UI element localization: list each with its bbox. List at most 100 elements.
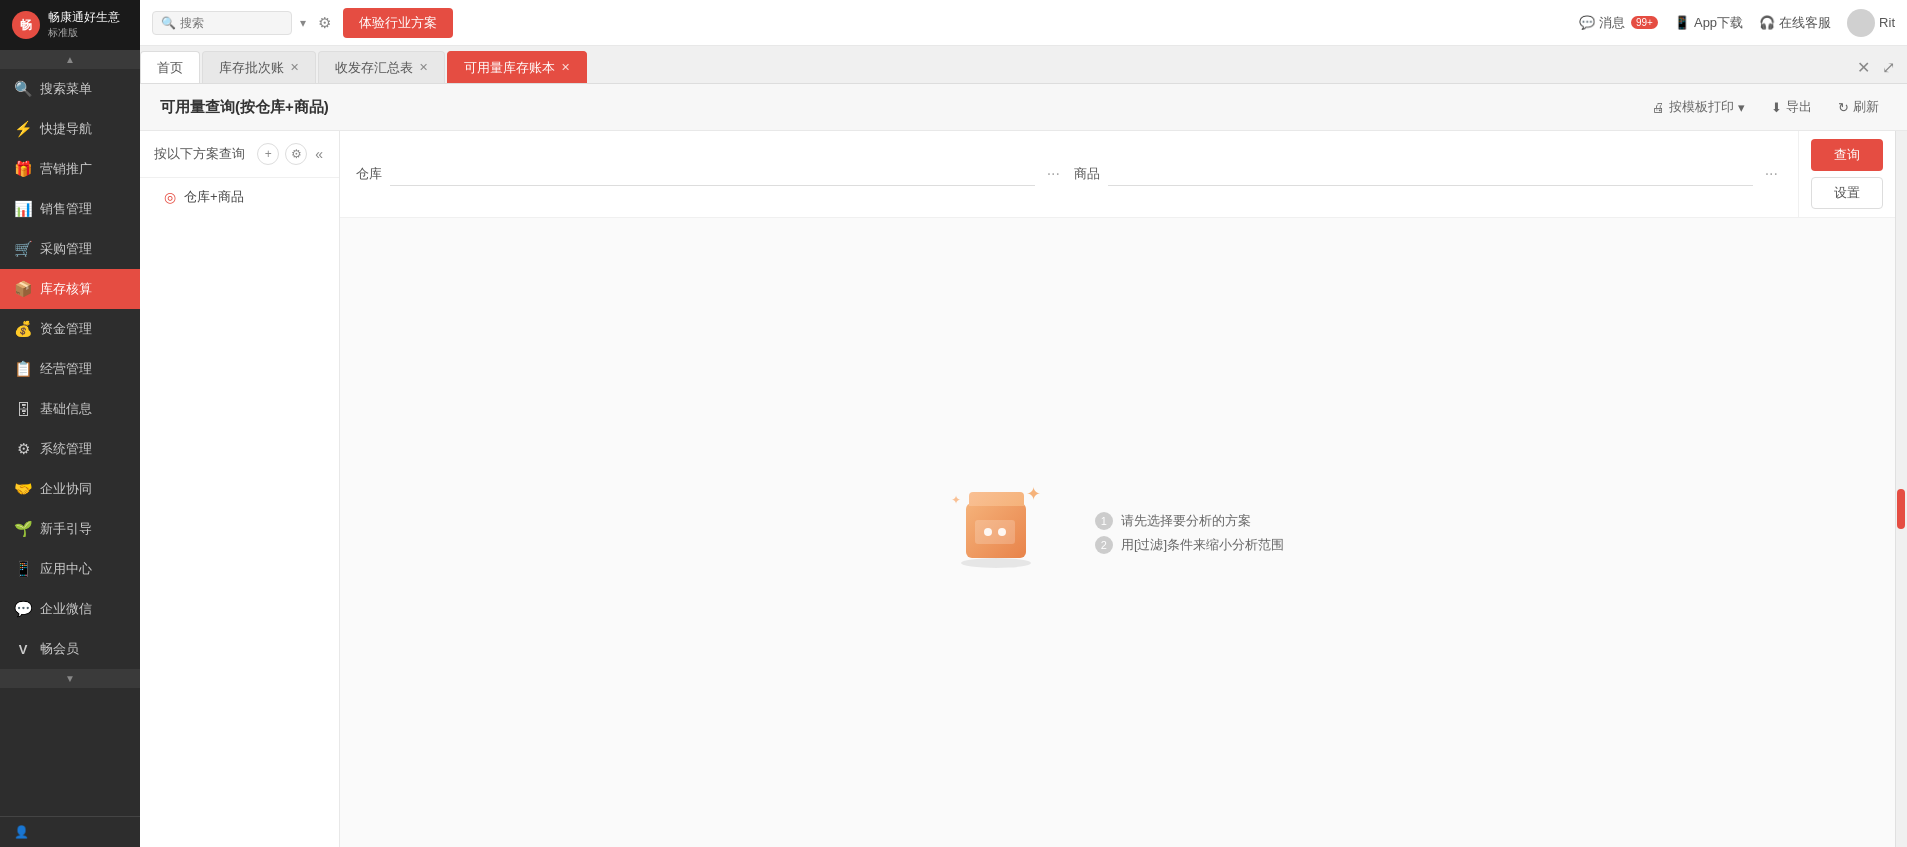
sidebar-item-basic[interactable]: 🗄 基础信息 <box>0 389 140 429</box>
hint-number-1: 1 <box>1095 512 1113 530</box>
sidebar-item-label: 销售管理 <box>40 200 92 218</box>
sidebar-item-search[interactable]: 🔍 搜索菜单 <box>0 69 140 109</box>
filter-item-warehouse-goods[interactable]: ◎ 仓库+商品 <box>140 178 339 216</box>
export-button[interactable]: ⬇ 导出 <box>1763 94 1820 120</box>
tab-expand-button[interactable]: ⤢ <box>1878 56 1899 79</box>
app-download-button[interactable]: 📱 App下载 <box>1674 14 1743 32</box>
sidebar-item-label: 采购管理 <box>40 240 92 258</box>
sidebar-footer: 👤 <box>0 816 140 847</box>
sidebar-item-purchase[interactable]: 🛒 采购管理 <box>0 229 140 269</box>
filters-right: 查询 设置 <box>1798 131 1895 217</box>
topbar-gear-icon[interactable]: ⚙ <box>314 10 335 36</box>
goods-input[interactable] <box>1108 162 1753 186</box>
tabs-bar: 首页 库存批次账 ✕ 收发存汇总表 ✕ 可用量库存账本 ✕ ✕ ⤢ <box>140 46 1907 84</box>
tab-available-ledger-label: 可用量库存账本 <box>464 59 555 77</box>
export-label: 导出 <box>1786 98 1812 116</box>
newbie-icon: 🌱 <box>14 520 32 538</box>
tab-available-ledger[interactable]: 可用量库存账本 ✕ <box>447 51 587 83</box>
page-header-actions: 🖨 按模板打印 ▾ ⬇ 导出 ↻ 刷新 <box>1644 94 1887 120</box>
sidebar-subtitle: 标准版 <box>48 26 120 40</box>
sidebar-title: 畅康通好生意 <box>48 10 120 26</box>
warehouse-more-icon[interactable]: ··· <box>1043 165 1064 183</box>
tab-home-label: 首页 <box>157 59 183 77</box>
sidebar-item-label: 经营管理 <box>40 360 92 378</box>
add-scheme-button[interactable]: + <box>257 143 279 165</box>
print-button[interactable]: 🖨 按模板打印 ▾ <box>1644 94 1753 120</box>
settings-button[interactable]: 设置 <box>1811 177 1883 209</box>
sidebar-footer-icon: 👤 <box>14 825 29 839</box>
sidebar-item-label: 库存核算 <box>40 280 92 298</box>
sidebar-item-member[interactable]: V 畅会员 <box>0 629 140 669</box>
filter-item-label: 仓库+商品 <box>184 188 244 206</box>
message-button[interactable]: 💬 消息 99+ <box>1579 14 1658 32</box>
warehouse-field: 仓库 ··· <box>356 162 1064 186</box>
enterprise-icon: 🤝 <box>14 480 32 498</box>
search-icon: 🔍 <box>14 80 32 98</box>
tab-receipt-summary-close[interactable]: ✕ <box>419 61 428 74</box>
sidebar-scroll-down[interactable]: ▼ <box>0 669 140 688</box>
wechat-icon: 💬 <box>14 600 32 618</box>
query-button[interactable]: 查询 <box>1811 139 1883 171</box>
sidebar-item-label: 快捷导航 <box>40 120 92 138</box>
sidebar-item-shortcut[interactable]: ⚡ 快捷导航 <box>0 109 140 149</box>
warehouse-input[interactable] <box>390 162 1035 186</box>
sidebar-item-marketing[interactable]: 🎁 营销推广 <box>0 149 140 189</box>
empty-state-container: ✦ ✦ 1 请先选择要分析的方案 2 用[过滤]条件来缩小分析范围 <box>340 218 1895 847</box>
sidebar-item-operations[interactable]: 📋 经营管理 <box>0 349 140 389</box>
filter-panel-icons: + ⚙ « <box>257 143 325 165</box>
settings-scheme-button[interactable]: ⚙ <box>285 143 307 165</box>
sidebar-item-label: 企业微信 <box>40 600 92 618</box>
member-icon: V <box>14 642 32 657</box>
sidebar-item-sales[interactable]: 📊 销售管理 <box>0 189 140 229</box>
purchase-icon: 🛒 <box>14 240 32 258</box>
sidebar-item-enterprise[interactable]: 🤝 企业协同 <box>0 469 140 509</box>
right-scrollbar[interactable] <box>1895 131 1907 847</box>
topbar-search[interactable]: 🔍 <box>152 11 292 35</box>
scrollbar-thumb[interactable] <box>1897 489 1905 529</box>
message-badge: 99+ <box>1631 16 1658 29</box>
filters-left: 仓库 ··· 商品 ··· <box>340 131 1798 217</box>
sidebar-item-newbie[interactable]: 🌱 新手引导 <box>0 509 140 549</box>
sidebar-item-label: 企业协同 <box>40 480 92 498</box>
tab-batch-ledger-close[interactable]: ✕ <box>290 61 299 74</box>
sidebar-item-label: 基础信息 <box>40 400 92 418</box>
apps-icon: 📱 <box>14 560 32 578</box>
sidebar-item-label: 资金管理 <box>40 320 92 338</box>
tab-receipt-summary[interactable]: 收发存汇总表 ✕ <box>318 51 445 83</box>
system-icon: ⚙ <box>14 440 32 458</box>
tabs-actions: ✕ ⤢ <box>1853 56 1907 83</box>
user-menu[interactable]: Rit <box>1847 9 1895 37</box>
print-label: 按模板打印 <box>1669 98 1734 116</box>
sidebar-item-system[interactable]: ⚙ 系统管理 <box>0 429 140 469</box>
sidebar-scroll-up[interactable]: ▲ <box>0 50 140 69</box>
topbar-chevron-icon[interactable]: ▾ <box>300 16 306 30</box>
sidebar-item-wechat[interactable]: 💬 企业微信 <box>0 589 140 629</box>
collapse-panel-button[interactable]: « <box>313 144 325 164</box>
goods-more-icon[interactable]: ··· <box>1761 165 1782 183</box>
solution-button[interactable]: 体验行业方案 <box>343 8 453 38</box>
tab-home[interactable]: 首页 <box>140 51 200 83</box>
online-service-button[interactable]: 🎧 在线客服 <box>1759 14 1831 32</box>
search-input[interactable] <box>180 16 260 30</box>
tab-receipt-summary-label: 收发存汇总表 <box>335 59 413 77</box>
sidebar-item-inventory[interactable]: 📦 库存核算 <box>0 269 140 309</box>
page-header: 可用量查询(按仓库+商品) 🖨 按模板打印 ▾ ⬇ 导出 ↻ 刷新 <box>140 84 1907 131</box>
refresh-button[interactable]: ↻ 刷新 <box>1830 94 1887 120</box>
message-label: 消息 <box>1599 14 1625 32</box>
empty-hint: 1 请先选择要分析的方案 2 用[过滤]条件来缩小分析范围 <box>1095 512 1284 554</box>
operations-icon: 📋 <box>14 360 32 378</box>
export-icon: ⬇ <box>1771 100 1782 115</box>
tab-close-button[interactable]: ✕ <box>1853 56 1874 79</box>
sidebar-item-apps[interactable]: 📱 应用中心 <box>0 549 140 589</box>
tab-available-ledger-close[interactable]: ✕ <box>561 61 570 74</box>
basic-icon: 🗄 <box>14 401 32 418</box>
tab-batch-ledger[interactable]: 库存批次账 ✕ <box>202 51 316 83</box>
goods-label: 商品 <box>1074 165 1100 183</box>
app-download-label: App下载 <box>1694 14 1743 32</box>
inventory-icon: 📦 <box>14 280 32 298</box>
marketing-icon: 🎁 <box>14 160 32 178</box>
sidebar-item-finance[interactable]: 💰 资金管理 <box>0 309 140 349</box>
app-icon: 📱 <box>1674 15 1690 30</box>
sidebar-logo: 畅 <box>12 11 40 39</box>
sidebar-title-group: 畅康通好生意 标准版 <box>48 10 120 40</box>
